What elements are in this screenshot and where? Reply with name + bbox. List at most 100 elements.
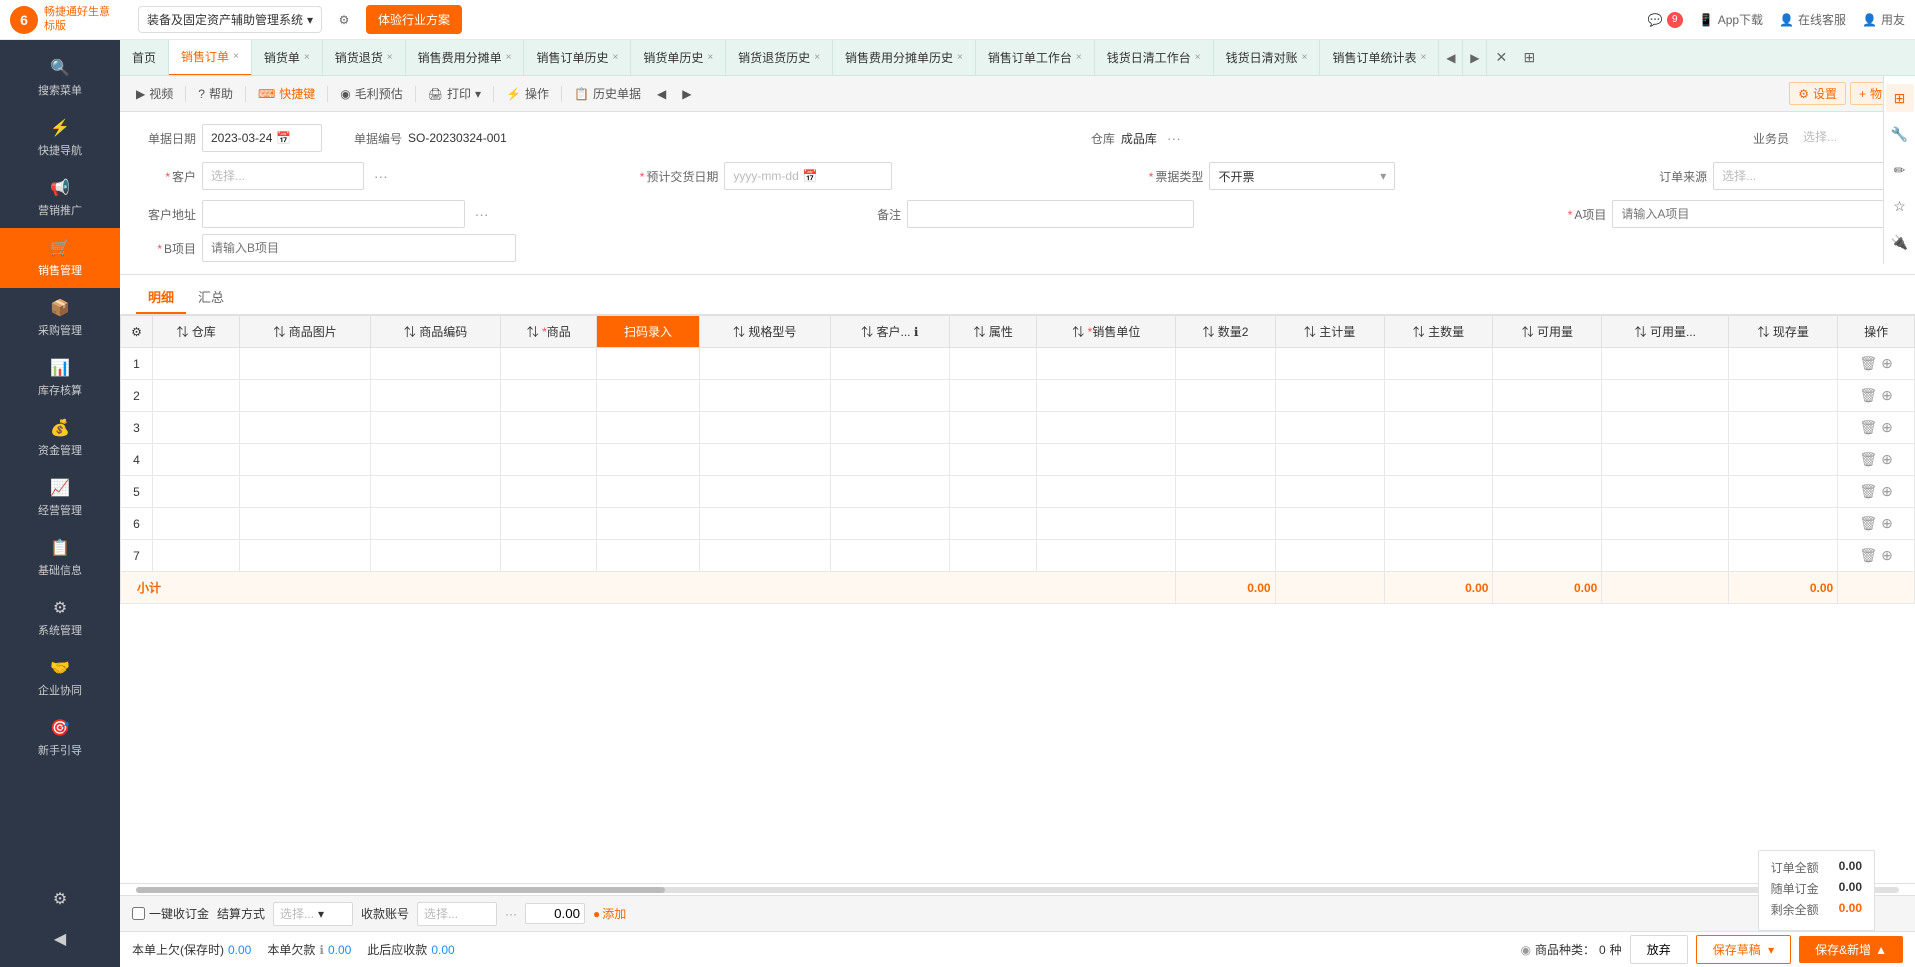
- system-selector[interactable]: 装备及固定资产辅助管理系统 ▾: [138, 6, 322, 33]
- row-goods[interactable]: [501, 348, 597, 380]
- tab-cash-reconcile[interactable]: 钱货日清对账 ×: [1214, 40, 1321, 76]
- delete-icon[interactable]: 🗑: [1859, 419, 1877, 436]
- row-code[interactable]: [370, 348, 501, 380]
- filter-panel-icon[interactable]: 🔧: [1886, 120, 1914, 148]
- view-video-button[interactable]: ▶ 视频: [132, 83, 177, 104]
- tab-order-history[interactable]: 销售订单历史 ×: [524, 40, 631, 76]
- sidebar-item-finance[interactable]: 💰 资金管理: [0, 408, 120, 468]
- current-owe-value[interactable]: 0.00: [328, 943, 351, 957]
- copy-icon[interactable]: ⊕: [1881, 419, 1893, 436]
- save-new-button[interactable]: 保存&新增 ▲: [1799, 936, 1903, 963]
- next-record-button[interactable]: ▶: [678, 85, 695, 103]
- tab-sales-return[interactable]: 销货退货 ×: [323, 40, 406, 76]
- row-main-qty[interactable]: [1384, 348, 1493, 380]
- info-icon[interactable]: ℹ: [319, 943, 324, 957]
- address-expand-icon[interactable]: ···: [475, 206, 489, 222]
- app-download-button[interactable]: 📱 App下载: [1699, 11, 1763, 28]
- tab-close-icon[interactable]: ×: [612, 52, 618, 63]
- tab-prev-button[interactable]: ◀: [1439, 40, 1463, 76]
- tab-menu-button[interactable]: ⊞: [1515, 40, 1543, 76]
- sidebar-item-marketing[interactable]: 📢 营销推广: [0, 168, 120, 228]
- sort-icon[interactable]: ⇅: [404, 325, 416, 339]
- tab-next-button[interactable]: ▶: [1463, 40, 1487, 76]
- tab-close-icon[interactable]: ×: [707, 52, 713, 63]
- chevron-down-icon[interactable]: ▾: [1768, 943, 1774, 957]
- copy-icon[interactable]: ⊕: [1881, 355, 1893, 372]
- calendar-icon[interactable]: 📅: [276, 131, 291, 145]
- tab-cash-workbench[interactable]: 钱货日清工作台 ×: [1095, 40, 1214, 76]
- profit-button[interactable]: ◉ 毛利预估: [336, 83, 407, 104]
- sort-icon[interactable]: ⇅: [733, 325, 745, 339]
- delete-icon[interactable]: 🗑: [1859, 387, 1877, 404]
- customer-expand-icon[interactable]: ···: [374, 168, 388, 184]
- row-main-unit[interactable]: [1275, 348, 1384, 380]
- copy-icon[interactable]: ⊕: [1881, 451, 1893, 468]
- plugin-panel-icon[interactable]: 🔌: [1886, 228, 1914, 256]
- layout-panel-icon[interactable]: ⊞: [1886, 84, 1914, 112]
- sidebar-settings-button[interactable]: ⚙: [0, 879, 120, 919]
- tab-close-icon[interactable]: ×: [1420, 52, 1426, 63]
- sort-icon[interactable]: ⇅: [1304, 325, 1316, 339]
- print-button[interactable]: 🖨 打印 ▾: [424, 83, 485, 104]
- copy-icon[interactable]: ⊕: [1881, 483, 1893, 500]
- sidebar-item-operations[interactable]: 📈 经营管理: [0, 468, 120, 528]
- settlement-method-select[interactable]: 选择... ▾: [273, 902, 353, 926]
- sort-icon[interactable]: ⇅: [973, 325, 985, 339]
- row-available2[interactable]: [1602, 348, 1729, 380]
- delete-icon[interactable]: 🗑: [1859, 547, 1877, 564]
- delete-icon[interactable]: 🗑: [1859, 515, 1877, 532]
- copy-icon[interactable]: ⊕: [1881, 387, 1893, 404]
- invoice-type-select[interactable]: 不开票 ▾: [1209, 162, 1395, 190]
- row-qty2[interactable]: [1176, 348, 1275, 380]
- discard-button[interactable]: 放弃: [1630, 935, 1688, 964]
- delete-icon[interactable]: 🗑: [1859, 483, 1877, 500]
- horizontal-scrollbar[interactable]: [136, 887, 1899, 893]
- calendar-icon[interactable]: 📅: [803, 169, 818, 183]
- tab-close-icon[interactable]: ×: [506, 52, 512, 63]
- row-warehouse[interactable]: [153, 348, 240, 380]
- order-source-input[interactable]: 选择...: [1713, 162, 1887, 190]
- tab-sales-order[interactable]: 销售订单 ×: [169, 40, 252, 76]
- history-button[interactable]: 📋 历史单据: [570, 83, 645, 104]
- sidebar-item-inventory[interactable]: 📊 库存核算: [0, 348, 120, 408]
- expand-icon[interactable]: ···: [505, 907, 517, 921]
- tab-order-workbench[interactable]: 销售订单工作台 ×: [976, 40, 1095, 76]
- sidebar-item-purchase[interactable]: 📦 采购管理: [0, 288, 120, 348]
- salesperson-input[interactable]: 选择...: [1795, 124, 1875, 152]
- tab-detail[interactable]: 明细: [136, 281, 186, 314]
- sidebar-item-basic-info[interactable]: 📋 基础信息: [0, 528, 120, 588]
- sidebar-item-search[interactable]: 🔍 搜索菜单: [0, 48, 120, 108]
- sidebar-item-system[interactable]: ⚙ 系统管理: [0, 588, 120, 648]
- sort-icon[interactable]: ⇅: [1522, 325, 1534, 339]
- amount-input[interactable]: [525, 903, 585, 924]
- should-receive-value[interactable]: 0.00: [431, 943, 454, 957]
- sort-icon[interactable]: ⇅: [273, 325, 285, 339]
- sort-icon[interactable]: ⇅: [1202, 325, 1214, 339]
- prev-record-button[interactable]: ◀: [653, 85, 670, 103]
- tab-close-icon[interactable]: ×: [814, 52, 820, 63]
- copy-icon[interactable]: ⊕: [1881, 515, 1893, 532]
- row-attribute[interactable]: [950, 348, 1037, 380]
- tab-close-icon[interactable]: ×: [233, 51, 239, 62]
- sort-icon[interactable]: ⇅: [1413, 325, 1425, 339]
- customer-address-input[interactable]: [202, 200, 465, 228]
- one-key-checkout-checkbox[interactable]: 一键收订金: [132, 905, 209, 922]
- tab-sales-invoice[interactable]: 销货单 ×: [252, 40, 323, 76]
- tab-close-icon[interactable]: ×: [957, 52, 963, 63]
- operations-button[interactable]: ⚡ 操作: [502, 83, 553, 104]
- sidebar-item-enterprise[interactable]: 🤝 企业协同: [0, 648, 120, 708]
- tab-summary[interactable]: 汇总: [186, 281, 236, 314]
- row-scan[interactable]: [597, 348, 700, 380]
- online-service-button[interactable]: 👤 在线客服: [1779, 11, 1846, 28]
- customer-input[interactable]: 选择...: [202, 162, 364, 190]
- tab-home[interactable]: 首页: [120, 40, 169, 76]
- sidebar-item-guide[interactable]: 🎯 新手引导: [0, 708, 120, 768]
- sort-icon[interactable]: ⇅: [1758, 325, 1770, 339]
- tab-return-history[interactable]: 销货退货历史 ×: [726, 40, 833, 76]
- sort-icon[interactable]: ⇅: [176, 325, 188, 339]
- row-stock[interactable]: [1729, 348, 1838, 380]
- row-available[interactable]: [1493, 348, 1602, 380]
- date-input[interactable]: 2023-03-24 📅: [202, 124, 322, 152]
- col-scan[interactable]: 扫码录入: [597, 316, 700, 348]
- sort-icon[interactable]: ⇅: [527, 325, 539, 339]
